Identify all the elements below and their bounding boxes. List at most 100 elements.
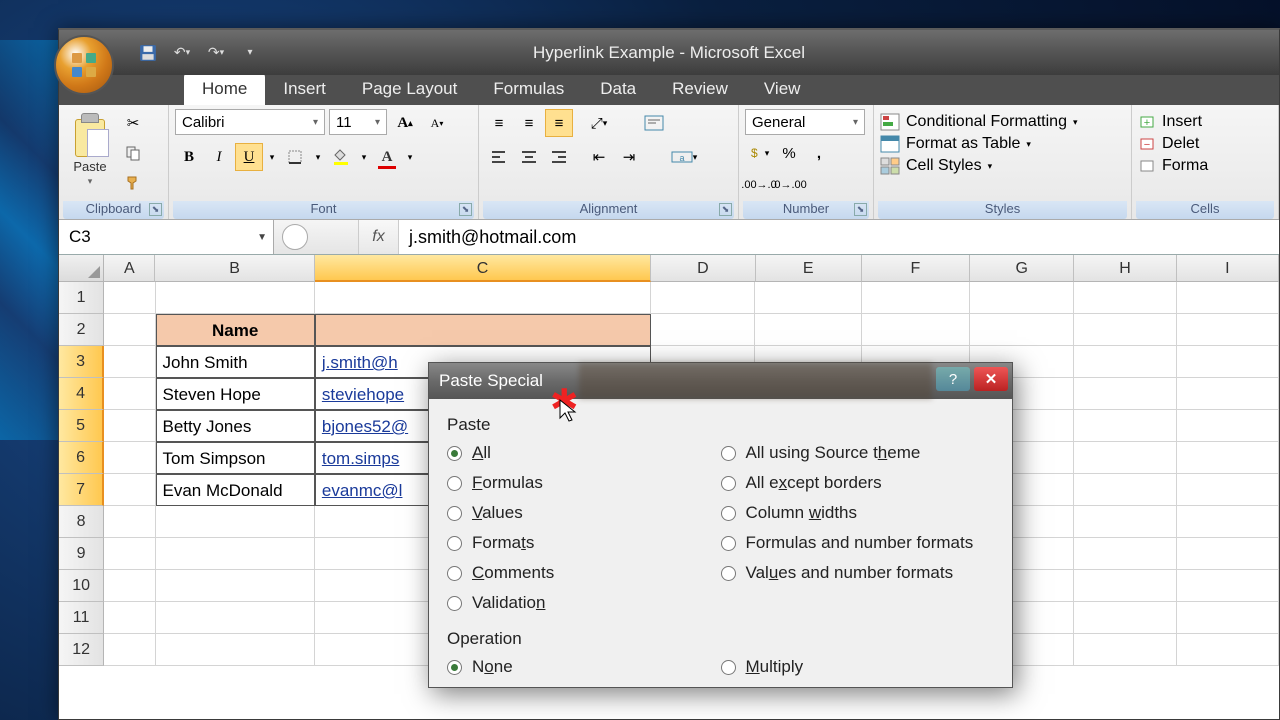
cell[interactable] xyxy=(104,282,155,314)
row-header[interactable]: 6 xyxy=(59,442,104,474)
redo-button[interactable]: ↷ ▾ xyxy=(205,42,227,64)
cell[interactable] xyxy=(1177,602,1279,634)
accounting-button[interactable]: $▾ xyxy=(745,139,773,167)
cell[interactable] xyxy=(315,282,651,314)
cell[interactable] xyxy=(1177,442,1279,474)
cell[interactable] xyxy=(1177,410,1279,442)
conditional-formatting-button[interactable]: Conditional Formatting▾ xyxy=(880,113,1078,131)
align-top-button[interactable]: ≡ xyxy=(485,109,513,137)
row-header[interactable]: 8 xyxy=(59,506,104,538)
formula-input[interactable]: j.smith@hotmail.com xyxy=(399,220,1279,254)
row-header[interactable]: 11 xyxy=(59,602,104,634)
cut-button[interactable]: ✂ xyxy=(119,109,147,137)
column-header[interactable]: I xyxy=(1177,255,1279,282)
cell[interactable] xyxy=(104,474,155,506)
orientation-button[interactable]: ⤢▾ xyxy=(585,109,613,137)
column-header[interactable]: F xyxy=(862,255,970,282)
cell[interactable]: Betty Jones xyxy=(156,410,315,442)
cell[interactable]: John Smith xyxy=(156,346,315,378)
column-header[interactable]: D xyxy=(651,255,755,282)
radio-option[interactable]: None xyxy=(447,657,721,677)
format-cells-button[interactable]: Forma xyxy=(1138,157,1208,175)
comma-button[interactable]: , xyxy=(805,139,833,167)
cell[interactable] xyxy=(755,282,861,314)
cell[interactable] xyxy=(1177,634,1279,666)
cell[interactable] xyxy=(104,314,155,346)
number-format-combo[interactable]: General▾ xyxy=(745,109,865,135)
fx-button[interactable]: fx xyxy=(359,220,399,254)
cell[interactable] xyxy=(104,602,155,634)
cell[interactable] xyxy=(651,314,755,346)
column-header[interactable]: E xyxy=(756,255,862,282)
number-dialog-launcher[interactable]: ⬊ xyxy=(854,203,867,216)
tab-view[interactable]: View xyxy=(746,73,819,105)
cell[interactable] xyxy=(104,410,155,442)
alignment-dialog-launcher[interactable]: ⬊ xyxy=(719,203,732,216)
cell[interactable] xyxy=(1177,474,1279,506)
delete-cells-button[interactable]: −Delet xyxy=(1138,135,1199,153)
align-middle-button[interactable]: ≡ xyxy=(515,109,543,137)
cell[interactable]: Name xyxy=(156,314,315,346)
borders-dropdown[interactable]: ▾ xyxy=(311,143,325,171)
cell[interactable] xyxy=(1074,538,1176,570)
tab-home[interactable]: Home xyxy=(184,73,265,105)
cell[interactable] xyxy=(1074,410,1176,442)
radio-option[interactable]: Values xyxy=(447,503,721,523)
cell[interactable] xyxy=(104,506,155,538)
cell[interactable] xyxy=(1177,506,1279,538)
fill-color-button[interactable] xyxy=(327,143,355,171)
radio-option[interactable]: All using Source theme xyxy=(721,443,995,463)
align-left-button[interactable] xyxy=(485,143,513,171)
office-button[interactable] xyxy=(54,35,114,95)
row-header[interactable]: 2 xyxy=(59,314,104,346)
cell[interactable] xyxy=(1177,346,1279,378)
font-size-combo[interactable]: 11▾ xyxy=(329,109,387,135)
radio-option[interactable]: Column widths xyxy=(721,503,995,523)
radio-option[interactable]: Multiply xyxy=(721,657,995,677)
cell[interactable] xyxy=(104,346,155,378)
cell[interactable]: Steven Hope xyxy=(156,378,315,410)
tab-review[interactable]: Review xyxy=(654,73,746,105)
cell[interactable] xyxy=(1074,570,1176,602)
decrease-indent-button[interactable]: ⇤ xyxy=(585,143,613,171)
radio-option[interactable]: Formats xyxy=(447,533,721,553)
tab-data[interactable]: Data xyxy=(582,73,654,105)
cell[interactable] xyxy=(1074,442,1176,474)
name-box[interactable]: C3▼ xyxy=(59,220,274,254)
cell[interactable] xyxy=(1177,570,1279,602)
column-header[interactable]: B xyxy=(155,255,314,282)
shrink-font-button[interactable]: A▾ xyxy=(423,109,451,137)
row-header[interactable]: 12 xyxy=(59,634,104,666)
grow-font-button[interactable]: A▴ xyxy=(391,109,419,137)
align-right-button[interactable] xyxy=(545,143,573,171)
cell[interactable] xyxy=(1074,314,1176,346)
undo-button[interactable]: ↶ ▾ xyxy=(171,42,193,64)
cell[interactable] xyxy=(1074,282,1176,314)
format-as-table-button[interactable]: Format as Table▾ xyxy=(880,135,1031,153)
font-color-dropdown[interactable]: ▾ xyxy=(403,143,417,171)
increase-decimal-button[interactable]: .00→.0 xyxy=(745,171,773,199)
cell[interactable] xyxy=(651,282,755,314)
cell[interactable] xyxy=(755,314,861,346)
underline-dropdown[interactable]: ▾ xyxy=(265,143,279,171)
cell[interactable] xyxy=(156,570,315,602)
wrap-text-button[interactable] xyxy=(637,109,671,137)
radio-option[interactable]: Values and number formats xyxy=(721,563,995,583)
cell[interactable] xyxy=(315,314,651,346)
dialog-help-button[interactable]: ? xyxy=(936,367,970,391)
cell[interactable] xyxy=(862,282,970,314)
align-center-button[interactable] xyxy=(515,143,543,171)
italic-button[interactable]: I xyxy=(205,143,233,171)
cell[interactable] xyxy=(1177,538,1279,570)
fill-color-dropdown[interactable]: ▾ xyxy=(357,143,371,171)
cell[interactable] xyxy=(104,538,155,570)
cell-styles-button[interactable]: Cell Styles▾ xyxy=(880,157,992,175)
radio-option[interactable]: Comments xyxy=(447,563,721,583)
row-header[interactable]: 7 xyxy=(59,474,104,506)
select-all-button[interactable] xyxy=(59,255,104,282)
percent-button[interactable]: % xyxy=(775,139,803,167)
format-painter-button[interactable] xyxy=(119,169,147,197)
cell[interactable] xyxy=(862,314,970,346)
cell[interactable] xyxy=(156,506,315,538)
save-button[interactable] xyxy=(137,42,159,64)
